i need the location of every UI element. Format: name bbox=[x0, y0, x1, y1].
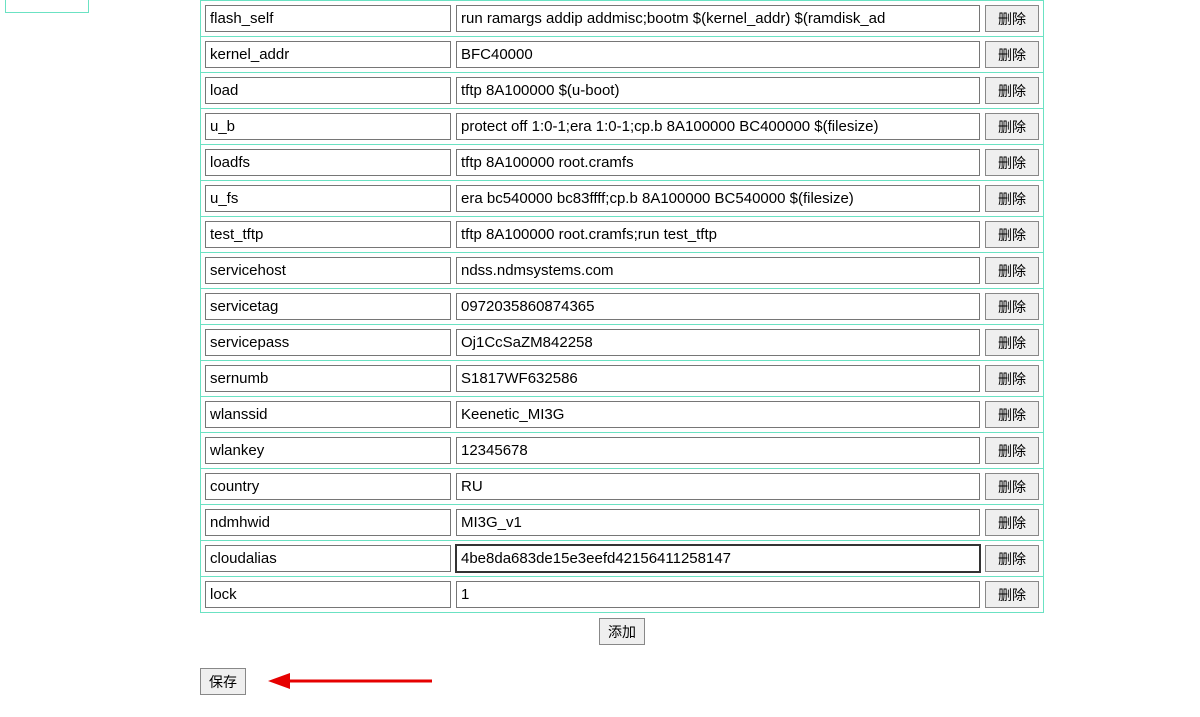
env-row: 删除 bbox=[200, 577, 1044, 613]
env-name-input[interactable] bbox=[205, 257, 451, 284]
save-button[interactable]: 保存 bbox=[200, 668, 246, 695]
delete-button[interactable]: 删除 bbox=[985, 329, 1039, 356]
env-row: 删除 bbox=[200, 361, 1044, 397]
delete-button[interactable]: 删除 bbox=[985, 41, 1039, 68]
env-value-input[interactable] bbox=[456, 293, 980, 320]
delete-button[interactable]: 删除 bbox=[985, 581, 1039, 608]
delete-button[interactable]: 删除 bbox=[985, 293, 1039, 320]
env-value-input[interactable] bbox=[456, 5, 980, 32]
env-value-input[interactable] bbox=[456, 257, 980, 284]
env-row: 删除 bbox=[200, 397, 1044, 433]
add-button[interactable]: 添加 bbox=[599, 618, 645, 645]
env-value-input[interactable] bbox=[456, 185, 980, 212]
env-name-input[interactable] bbox=[205, 437, 451, 464]
env-row: 删除 bbox=[200, 325, 1044, 361]
partial-box-fragment bbox=[5, 0, 89, 13]
env-row: 删除 bbox=[200, 37, 1044, 73]
delete-button[interactable]: 删除 bbox=[985, 473, 1039, 500]
env-name-input[interactable] bbox=[205, 5, 451, 32]
add-row: 添加 bbox=[200, 613, 1044, 645]
delete-button[interactable]: 删除 bbox=[985, 221, 1039, 248]
delete-button[interactable]: 删除 bbox=[985, 437, 1039, 464]
env-value-input[interactable] bbox=[456, 113, 980, 140]
env-value-input[interactable] bbox=[456, 365, 980, 392]
env-value-input[interactable] bbox=[456, 221, 980, 248]
env-name-input[interactable] bbox=[205, 185, 451, 212]
delete-button[interactable]: 删除 bbox=[985, 113, 1039, 140]
delete-button[interactable]: 删除 bbox=[985, 185, 1039, 212]
env-name-input[interactable] bbox=[205, 149, 451, 176]
delete-button[interactable]: 删除 bbox=[985, 149, 1039, 176]
env-row: 删除 bbox=[200, 253, 1044, 289]
delete-button[interactable]: 删除 bbox=[985, 365, 1039, 392]
env-row: 删除 bbox=[200, 505, 1044, 541]
env-row: 删除 bbox=[200, 469, 1044, 505]
env-name-input[interactable] bbox=[205, 77, 451, 104]
delete-button[interactable]: 删除 bbox=[985, 545, 1039, 572]
env-row: 删除 bbox=[200, 433, 1044, 469]
env-row: 删除 bbox=[200, 109, 1044, 145]
delete-button[interactable]: 删除 bbox=[985, 77, 1039, 104]
env-row: 删除 bbox=[200, 289, 1044, 325]
env-row: 删除 bbox=[200, 0, 1044, 37]
env-table: 删除删除删除删除删除删除删除删除删除删除删除删除删除删除删除删除删除添加 bbox=[200, 0, 1044, 645]
env-name-input[interactable] bbox=[205, 41, 451, 68]
env-name-input[interactable] bbox=[205, 473, 451, 500]
env-row: 删除 bbox=[200, 181, 1044, 217]
env-value-input[interactable] bbox=[456, 77, 980, 104]
delete-button[interactable]: 删除 bbox=[985, 401, 1039, 428]
env-name-input[interactable] bbox=[205, 365, 451, 392]
env-value-input[interactable] bbox=[456, 581, 980, 608]
annotation-arrow-icon bbox=[262, 667, 432, 695]
env-value-input[interactable] bbox=[456, 149, 980, 176]
env-name-input[interactable] bbox=[205, 113, 451, 140]
env-name-input[interactable] bbox=[205, 509, 451, 536]
env-row: 删除 bbox=[200, 73, 1044, 109]
env-name-input[interactable] bbox=[205, 401, 451, 428]
env-name-input[interactable] bbox=[205, 581, 451, 608]
env-row: 删除 bbox=[200, 145, 1044, 181]
delete-button[interactable]: 删除 bbox=[985, 509, 1039, 536]
delete-button[interactable]: 删除 bbox=[985, 257, 1039, 284]
delete-button[interactable]: 删除 bbox=[985, 5, 1039, 32]
env-value-input[interactable] bbox=[456, 509, 980, 536]
env-row: 删除 bbox=[200, 541, 1044, 577]
env-value-input[interactable] bbox=[456, 401, 980, 428]
env-value-input[interactable] bbox=[456, 329, 980, 356]
env-name-input[interactable] bbox=[205, 293, 451, 320]
env-name-input[interactable] bbox=[205, 545, 451, 572]
env-value-input[interactable] bbox=[456, 473, 980, 500]
env-value-input[interactable] bbox=[456, 437, 980, 464]
env-value-input[interactable] bbox=[456, 41, 980, 68]
env-value-input[interactable] bbox=[456, 545, 980, 572]
env-name-input[interactable] bbox=[205, 329, 451, 356]
save-button-wrap: 保存 bbox=[200, 668, 246, 695]
env-row: 删除 bbox=[200, 217, 1044, 253]
env-name-input[interactable] bbox=[205, 221, 451, 248]
